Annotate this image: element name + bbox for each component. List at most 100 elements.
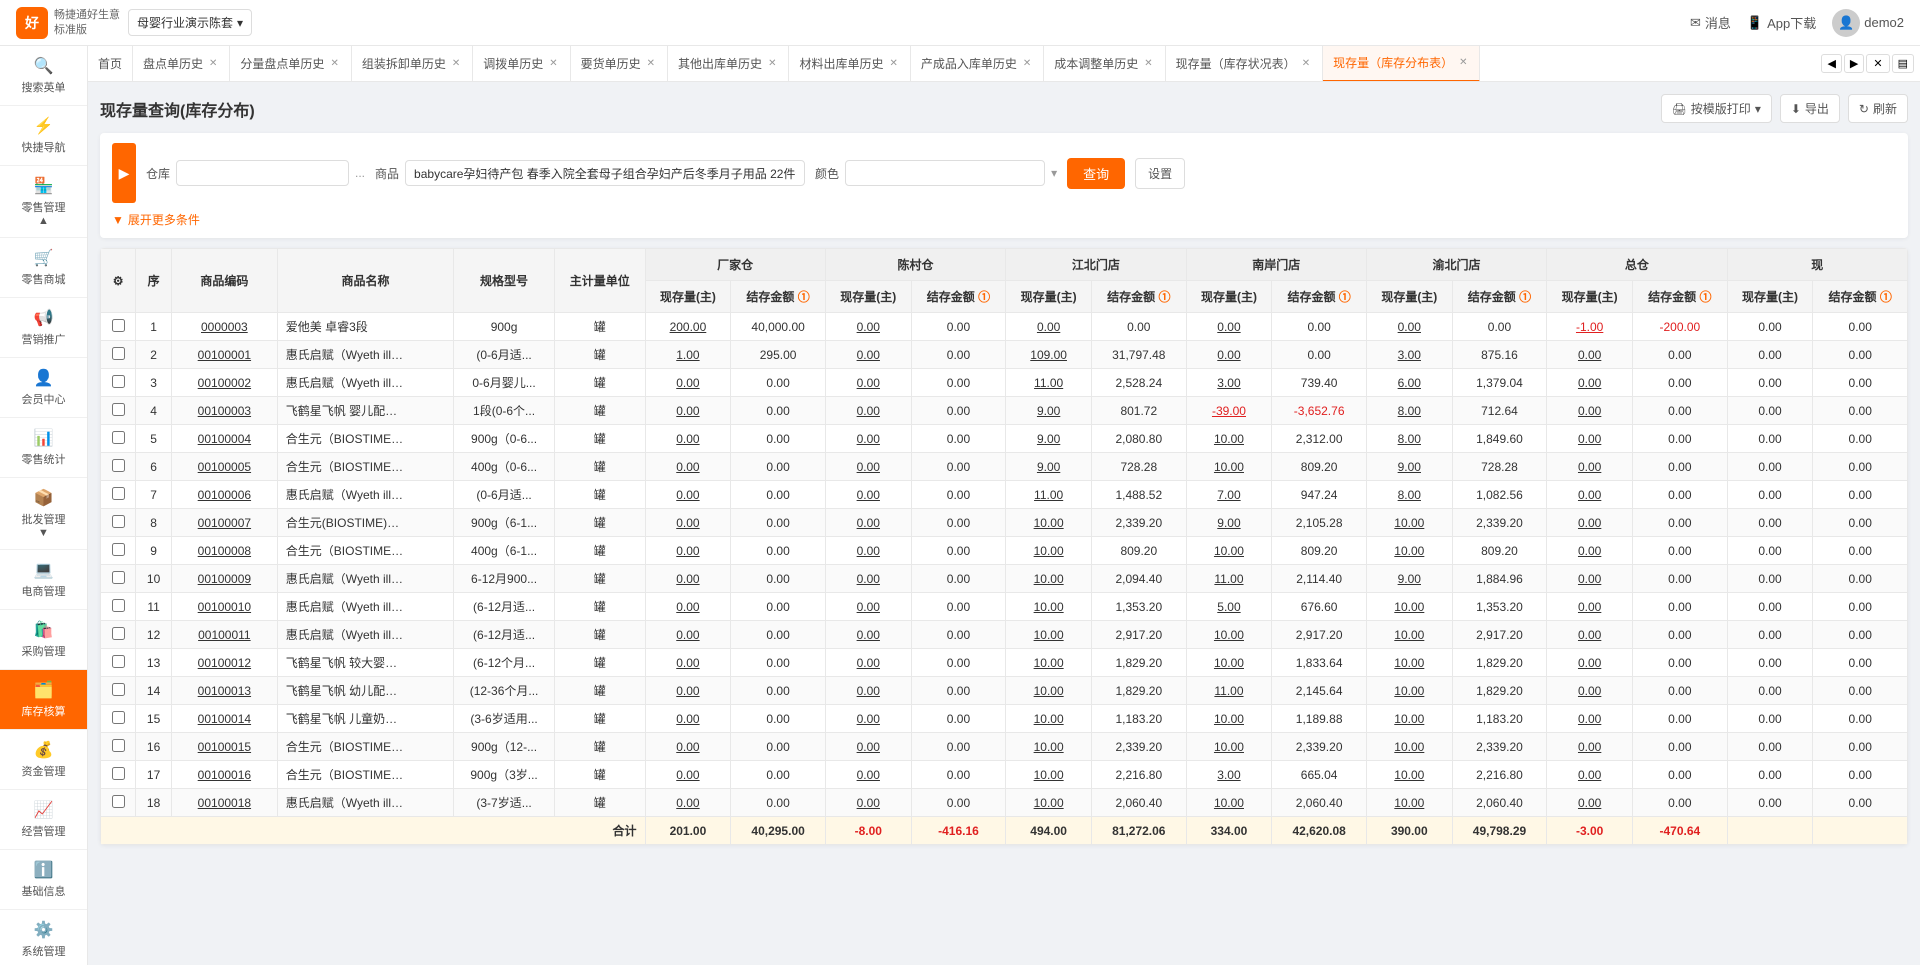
table-row: 8 00100007 合生元(BIOSTIME)派... 900g（6-1...… <box>101 509 1908 537</box>
row-changjiachang-amt: 0.00 <box>731 565 826 593</box>
summary-total-amt: -470.64 <box>1633 817 1728 845</box>
table-row: 14 00100013 飞鹤星飞帆 幼儿配方奶... (12-36个月... 罐… <box>101 677 1908 705</box>
row-checkbox[interactable] <box>101 509 136 537</box>
row-current-cur: 0.00 <box>1727 341 1813 369</box>
sidebar-item-wholesale[interactable]: 📦 批发管理 ▼ <box>0 478 87 550</box>
collapse-btn[interactable]: ▶ <box>112 143 136 203</box>
row-checkbox[interactable] <box>101 537 136 565</box>
row-checkbox[interactable] <box>101 649 136 677</box>
row-checkbox[interactable] <box>101 593 136 621</box>
row-checkbox[interactable] <box>101 789 136 817</box>
sidebar-item-finance[interactable]: 💰 资金管理 <box>0 730 87 790</box>
user-menu[interactable]: 👤 demo2 <box>1832 9 1904 37</box>
sidebar-item-inventory[interactable]: 🗂️ 库存核算 <box>0 670 87 730</box>
tab-close-icon[interactable]: ✕ <box>887 57 899 70</box>
table-row: 6 00100005 合生元（BIOSTIME）... 400g（0-6... … <box>101 453 1908 481</box>
tab-requisition-history[interactable]: 要货单历史 ✕ <box>571 46 668 82</box>
tab-close-icon[interactable]: ✕ <box>1142 57 1154 70</box>
row-spec: (6-12月适... <box>454 621 555 649</box>
app-download-btn[interactable]: 📱 App下载 <box>1747 13 1816 32</box>
row-checkbox[interactable] <box>101 369 136 397</box>
tab-close-all-btn[interactable]: ✕ <box>1866 54 1889 73</box>
tab-close-icon[interactable]: ✕ <box>1457 56 1469 69</box>
row-naan-cur: 11.00 <box>1186 677 1272 705</box>
sidebar-item-marketing[interactable]: 📢 营销推广 <box>0 298 87 358</box>
col-total-cur: 现存量(主) <box>1547 281 1633 313</box>
tab-other-outbound-history[interactable]: 其他出库单历史 ✕ <box>668 46 789 82</box>
tab-inventory-check-history[interactable]: 盘点单历史 ✕ <box>133 46 230 82</box>
row-total-amt: 0.00 <box>1633 369 1728 397</box>
row-name: 惠氏启赋（Wyeth illu... <box>277 341 453 369</box>
row-checkbox[interactable] <box>101 397 136 425</box>
tab-prev-btn[interactable]: ◀ <box>1821 54 1841 73</box>
refresh-btn[interactable]: ↻ 刷新 <box>1848 94 1908 123</box>
row-checkbox[interactable] <box>101 341 136 369</box>
row-checkbox[interactable] <box>101 481 136 509</box>
sidebar-item-members[interactable]: 👤 会员中心 <box>0 358 87 418</box>
sidebar-item-system[interactable]: ⚙️ 系统管理 <box>0 910 87 965</box>
row-chencun-cur: 0.00 <box>825 789 911 817</box>
settings-btn[interactable]: 设置 <box>1135 158 1185 189</box>
warehouse-input[interactable] <box>176 160 349 186</box>
org-selector[interactable]: 母婴行业演示陈套 ▾ <box>128 9 252 36</box>
export-btn[interactable]: ⬇ 导出 <box>1780 94 1840 123</box>
col-settings[interactable]: ⚙ <box>101 249 136 313</box>
sidebar-item-retail-stats[interactable]: 📊 零售统计 <box>0 418 87 478</box>
tab-material-outbound-history[interactable]: 材料出库单历史 ✕ <box>789 46 910 82</box>
sidebar-item-nav[interactable]: ⚡ 快捷导航 <box>0 106 87 166</box>
product-input[interactable] <box>405 160 805 186</box>
sidebar-item-ecommerce[interactable]: 💻 电商管理 <box>0 550 87 610</box>
row-unit: 罐 <box>554 565 645 593</box>
tab-home[interactable]: 首页 <box>88 46 133 82</box>
row-current-amt: 0.00 <box>1813 453 1908 481</box>
tab-close-icon[interactable]: ✕ <box>547 57 559 70</box>
tab-close-icon[interactable]: ✕ <box>1021 57 1033 70</box>
tab-inventory-status[interactable]: 现存量（库存状况表） ✕ <box>1166 46 1323 82</box>
row-jiangbei-amt: 1,353.20 <box>1092 593 1187 621</box>
row-yubei-amt: 1,829.20 <box>1452 677 1547 705</box>
row-total-amt: 0.00 <box>1633 397 1728 425</box>
tab-close-icon[interactable]: ✕ <box>645 57 657 70</box>
row-jiangbei-amt: 809.20 <box>1092 537 1187 565</box>
row-jiangbei-cur: 10.00 <box>1006 789 1092 817</box>
sidebar-item-operations[interactable]: 📈 经营管理 <box>0 790 87 850</box>
tab-partial-check-history[interactable]: 分量盘点单历史 ✕ <box>230 46 351 82</box>
sidebar-item-retail-mgmt[interactable]: 🏪 零售管理 ▲ <box>0 166 87 238</box>
tab-finished-goods-inbound-history[interactable]: 产成品入库单历史 ✕ <box>911 46 1044 82</box>
tab-assembly-history[interactable]: 组装拆卸单历史 ✕ <box>352 46 473 82</box>
expand-filter-btn[interactable]: ▼ 展开更多条件 <box>112 211 1896 228</box>
row-current-amt: 0.00 <box>1813 509 1908 537</box>
settings-icon[interactable]: ⚙ <box>113 274 124 288</box>
tab-close-icon[interactable]: ✕ <box>328 57 340 70</box>
tab-close-icon[interactable]: ✕ <box>766 57 778 70</box>
sidebar-item-search[interactable]: 🔍 搜索英单 <box>0 46 87 106</box>
tab-close-icon[interactable]: ✕ <box>1300 57 1312 70</box>
row-changjiachang-amt: 0.00 <box>731 789 826 817</box>
row-checkbox[interactable] <box>101 565 136 593</box>
row-checkbox[interactable] <box>101 621 136 649</box>
message-btn[interactable]: ✉ 消息 <box>1690 13 1731 32</box>
color-input[interactable] <box>845 160 1045 186</box>
row-checkbox[interactable] <box>101 677 136 705</box>
tab-close-icon[interactable]: ✕ <box>207 57 219 70</box>
tab-close-icon[interactable]: ✕ <box>450 57 462 70</box>
tab-inventory-distribution[interactable]: 现存量（库存分布表） ✕ <box>1323 46 1480 82</box>
row-checkbox[interactable] <box>101 453 136 481</box>
sidebar-item-mall[interactable]: 🛒 零售商城 <box>0 238 87 298</box>
row-checkbox[interactable] <box>101 705 136 733</box>
row-checkbox[interactable] <box>101 313 136 341</box>
row-naan-amt: 739.40 <box>1272 369 1367 397</box>
tab-cost-adjust-history[interactable]: 成本调整单历史 ✕ <box>1044 46 1165 82</box>
tab-next-btn[interactable]: ▶ <box>1844 54 1864 73</box>
row-checkbox[interactable] <box>101 733 136 761</box>
row-code: 00100011 <box>171 621 277 649</box>
tab-transfer-history[interactable]: 调拨单历史 ✕ <box>473 46 570 82</box>
query-btn[interactable]: 查询 <box>1067 158 1125 189</box>
tab-menu-btn[interactable]: ▤ <box>1892 54 1914 73</box>
warehouse-picker-btn[interactable]: ... <box>355 166 365 180</box>
sidebar-item-basic-info[interactable]: ℹ️ 基础信息 <box>0 850 87 910</box>
row-checkbox[interactable] <box>101 425 136 453</box>
sidebar-item-purchase[interactable]: 🛍️ 采购管理 <box>0 610 87 670</box>
row-checkbox[interactable] <box>101 761 136 789</box>
print-btn[interactable]: 🖨 按模版打印 ▾ <box>1661 94 1772 123</box>
